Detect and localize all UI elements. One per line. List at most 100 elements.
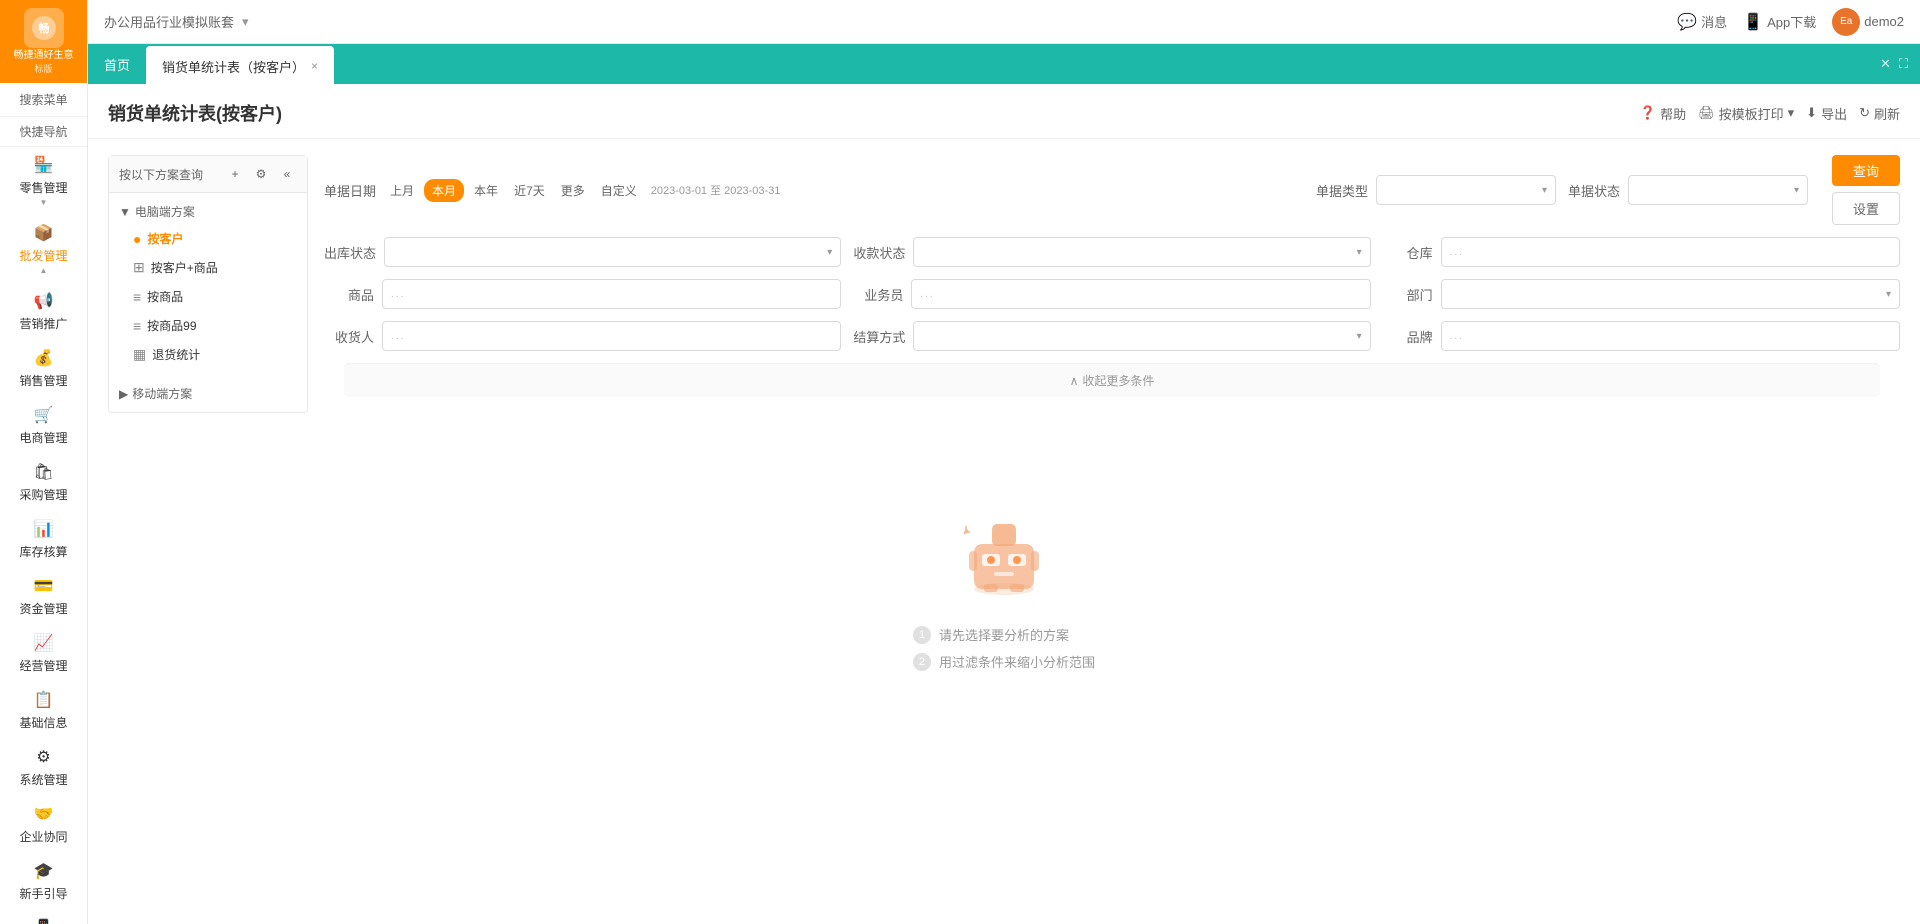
sidebar-item-wholesale[interactable]: 📦 批发管理 ▲ — [0, 215, 87, 283]
message-button[interactable]: 💬 消息 — [1677, 12, 1727, 32]
export-button[interactable]: ⬇ 导出 — [1806, 104, 1847, 123]
brand-label: 品牌 — [1383, 327, 1433, 346]
ecommerce-icon: 🛒 — [34, 405, 54, 425]
out-status-dropdown-icon: ▾ — [827, 247, 832, 258]
filter-goods: 商品 ... — [324, 279, 841, 309]
maximize-icon[interactable]: ⛶ — [1899, 56, 1908, 72]
svg-text:畅: 畅 — [38, 21, 49, 35]
scheme-item-return-stats[interactable]: ▦ 退货统计 — [109, 340, 307, 369]
sidebar-item-management[interactable]: 📈 经营管理 — [0, 625, 87, 682]
print-button[interactable]: 🖨 按模板打印 ▾ — [1698, 104, 1794, 123]
scheme-item-customer-goods[interactable]: ⊞ 按客户+商品 — [109, 253, 307, 282]
filter-warehouse: 仓库 ... — [1383, 237, 1900, 267]
scheme-mobile-header[interactable]: ▶ 移动端方案 — [109, 381, 307, 406]
scheme-desktop-header[interactable]: ▼ 电脑端方案 — [109, 199, 307, 224]
date-btn-last-month[interactable]: 上月 — [384, 179, 420, 202]
query-layout: 按以下方案查询 + ⚙ « ▼ 电脑端方案 ● — [108, 155, 1900, 413]
scheme-settings-button[interactable]: ⚙ — [251, 164, 271, 184]
close-window-icon[interactable]: ✕ — [1880, 56, 1891, 72]
brand-input[interactable]: ... — [1441, 321, 1900, 351]
scheme-item-goods99[interactable]: ≡ 按商品99 — [109, 311, 307, 340]
logo-area[interactable]: 畅 畅捷通好生意 标版 — [0, 0, 87, 83]
order-type-select[interactable]: ▾ — [1376, 175, 1556, 205]
sidebar-search[interactable]: 搜索菜单 — [0, 83, 87, 117]
date-btn-more[interactable]: 更多 — [555, 179, 591, 202]
hint-num-1: 1 — [913, 626, 931, 644]
scheme-item-by-goods[interactable]: ≡ 按商品 — [109, 282, 307, 311]
payment-status-label: 收款状态 — [853, 243, 905, 262]
receiver-input[interactable]: ... — [382, 321, 841, 351]
empty-hints: 1 请先选择要分析的方案 2 用过滤条件来缩小分析范围 — [913, 625, 1095, 671]
sidebar-item-basic-info[interactable]: 📋 基础信息 — [0, 682, 87, 739]
chevron-right-icon: ▶ — [119, 387, 128, 401]
sidebar-item-finance[interactable]: 💳 资金管理 — [0, 568, 87, 625]
filter-row-4: 收货人 ... 结算方式 ▾ — [324, 321, 1900, 351]
user-profile[interactable]: Ea demo2 — [1832, 8, 1904, 36]
settings-button[interactable]: 设置 — [1832, 192, 1900, 225]
table-icon: ≡ — [133, 289, 141, 305]
scheme-collapse-button[interactable]: « — [277, 164, 297, 184]
finance-icon: 💳 — [34, 576, 54, 596]
chevron-down-icon: ▼ — [40, 198, 48, 207]
sidebar-item-tutorial[interactable]: 🎓 新手引导 — [0, 853, 87, 910]
scheme-add-button[interactable]: + — [225, 164, 245, 184]
export-icon: ⬇ — [1806, 105, 1817, 121]
receiver-label: 收货人 — [324, 327, 374, 346]
sidebar-item-inventory[interactable]: 📊 库存核算 — [0, 511, 87, 568]
main-area: 办公用品行业模拟账套 ▾ 💬 消息 📱 App下载 Ea demo2 首页 — [88, 0, 1920, 924]
date-btn-7days[interactable]: 近7天 — [508, 179, 551, 202]
tab-close-icon[interactable]: × — [311, 59, 318, 73]
sidebar-nav[interactable]: 快捷导航 — [0, 117, 87, 147]
logo-text: 畅捷通好生意 — [14, 50, 74, 62]
customer-scheme-icon: ● — [133, 231, 141, 247]
order-status-label: 单据状态 — [1568, 181, 1620, 200]
salesperson-input[interactable]: ... — [911, 279, 1370, 309]
filter-settlement: 结算方式 ▾ — [853, 321, 1370, 351]
department-select[interactable]: ▾ — [1441, 279, 1900, 309]
sidebar-item-ecommerce[interactable]: 🛒 电商管理 — [0, 397, 87, 454]
warehouse-input[interactable]: ... — [1441, 237, 1900, 267]
status-dropdown-icon: ▾ — [1794, 185, 1799, 196]
hint-num-2: 2 — [913, 653, 931, 671]
date-btn-custom[interactable]: 自定义 — [595, 179, 643, 202]
sales-icon: 💰 — [34, 348, 54, 368]
bar-chart-icon: ▦ — [133, 346, 146, 363]
wholesale-icon: 📦 — [34, 223, 54, 243]
scheme-mobile-section: ▶ 移动端方案 — [109, 375, 307, 412]
filter-row-3: 商品 ... 业务员 ... 部门 — [324, 279, 1900, 309]
action-buttons: 查询 设置 — [1820, 155, 1900, 225]
basic-info-icon: 📋 — [34, 690, 54, 710]
goods-input[interactable]: ... — [382, 279, 841, 309]
collapse-bar[interactable]: ∧ 收起更多条件 — [344, 363, 1880, 397]
app-download-button[interactable]: 📱 App下载 — [1743, 12, 1816, 32]
sidebar-item-marketing[interactable]: 📢 营销推广 — [0, 283, 87, 340]
payment-status-select[interactable]: ▾ — [913, 237, 1370, 267]
sidebar-item-retail[interactable]: 🏪 零售管理 ▼ — [0, 147, 87, 215]
avatar: Ea — [1832, 8, 1860, 36]
empty-icon — [944, 489, 1064, 609]
date-btn-this-year[interactable]: 本年 — [468, 179, 504, 202]
date-filter: 上月 本月 本年 近7天 更多 自定义 2023-03-01 至 2023-03… — [384, 179, 1304, 202]
sidebar-item-system[interactable]: ⚙ 系统管理 — [0, 739, 87, 796]
tab-active[interactable]: 销货单统计表（按客户） × — [146, 46, 334, 86]
tab-home[interactable]: 首页 — [88, 44, 146, 84]
sidebar-item-app-center[interactable]: 📱 应用中心 — [0, 910, 87, 924]
scheme-panel-title: 按以下方案查询 — [119, 166, 203, 183]
filter-department: 部门 ▾ — [1383, 279, 1900, 309]
query-button[interactable]: 查询 — [1832, 155, 1900, 186]
filter-row-2: 出库状态 ▾ 收款状态 ▾ — [324, 237, 1900, 267]
date-btn-this-month[interactable]: 本月 — [424, 179, 464, 202]
sidebar-item-purchase[interactable]: 🛍 采购管理 — [0, 454, 87, 511]
sidebar-item-enterprise[interactable]: 🤝 企业协同 — [0, 796, 87, 853]
sidebar: 畅 畅捷通好生意 标版 搜索菜单 快捷导航 🏪 零售管理 ▼ 📦 批发管理 ▲ … — [0, 0, 88, 924]
industry-dropdown-icon[interactable]: ▾ — [242, 14, 249, 30]
settlement-select[interactable]: ▾ — [913, 321, 1370, 351]
download-icon: 📱 — [1743, 12, 1763, 32]
order-status-select[interactable]: ▾ — [1628, 175, 1808, 205]
help-button[interactable]: ❓ 帮助 — [1640, 104, 1686, 123]
scheme-item-by-customer[interactable]: ● 按客户 — [109, 224, 307, 253]
out-status-select[interactable]: ▾ — [384, 237, 841, 267]
refresh-button[interactable]: ↻ 刷新 — [1859, 104, 1900, 123]
chevron-up-icon: ▲ — [40, 266, 48, 275]
sidebar-item-sales[interactable]: 💰 销售管理 — [0, 340, 87, 397]
